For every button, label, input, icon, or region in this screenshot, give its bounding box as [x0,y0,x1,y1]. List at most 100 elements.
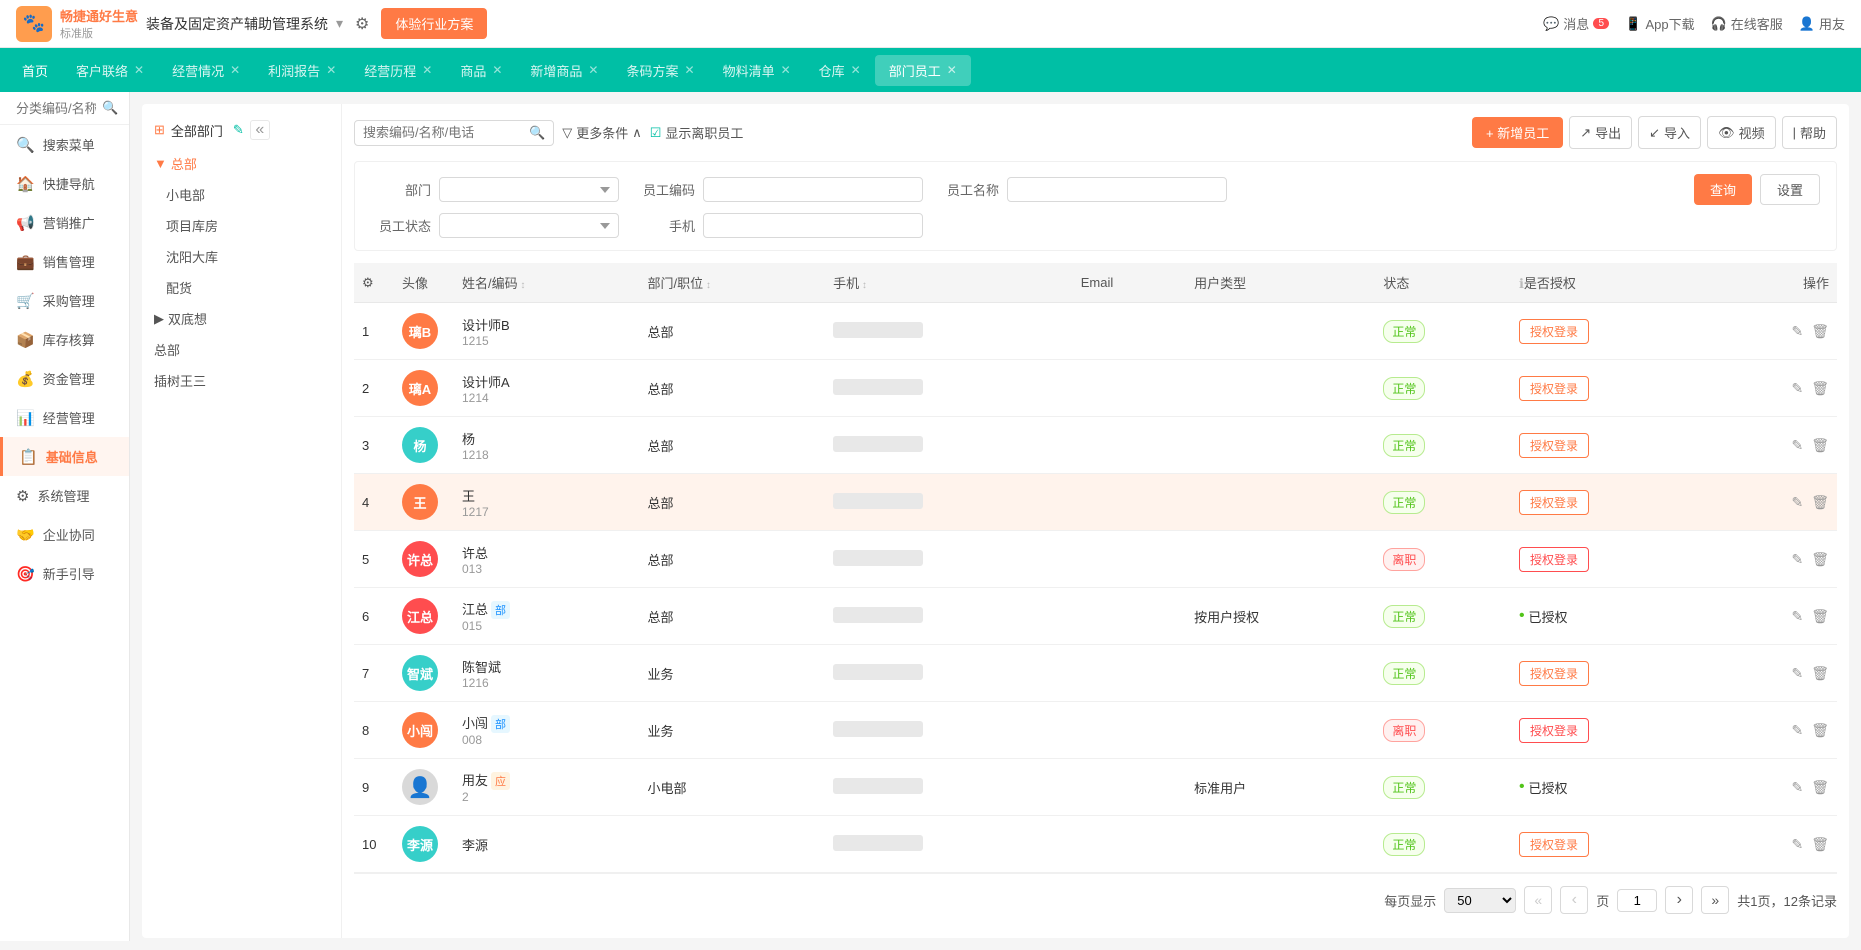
sidebar-search-icon[interactable]: 🔍 [102,100,118,116]
page-size-select[interactable]: 50 100 [1444,888,1516,913]
export-button[interactable]: ↗ 导出 [1569,116,1632,149]
sidebar-item-ops[interactable]: 📊 经营管理 [0,398,129,437]
view-button[interactable]: 👁 视频 [1707,116,1776,149]
tab-employees[interactable]: 部门员工 ✕ [875,55,971,86]
emp-code-filter-input[interactable] [703,177,923,202]
dept-tree-item-peihuo[interactable]: 配货 [142,272,341,303]
tab-customer-close[interactable]: ✕ [134,63,144,77]
dept-filter-select[interactable] [439,177,619,202]
sidebar-item-marketing[interactable]: 📢 营销推广 [0,203,129,242]
dept-edit-icon[interactable]: ✎ [233,122,244,138]
prev-page-btn[interactable] [1560,886,1588,914]
authorize-btn[interactable]: 授权登录 [1519,718,1589,743]
delete-icon[interactable]: 🗑 [1811,380,1829,397]
system-dropdown-icon[interactable]: ▾ [336,15,343,32]
authorize-btn[interactable]: 授权登录 [1519,490,1589,515]
authorize-btn[interactable]: 授权登录 [1519,433,1589,458]
trial-button[interactable]: 体验行业方案 [381,8,487,39]
tab-operations-close[interactable]: ✕ [230,63,240,77]
show-resigned-toggle[interactable]: ☑ 显示离职员工 [650,123,744,142]
emp-name-filter-input[interactable] [1007,177,1227,202]
dept-tree-item-zongbu[interactable]: 总部 [142,334,341,365]
tab-bom[interactable]: 物料清单 ✕ [709,55,805,86]
delete-icon[interactable]: 🗑 [1811,437,1829,454]
user-btn[interactable]: 👤 用友 [1799,14,1845,33]
th-dept[interactable]: 部门/职位 [640,263,826,303]
edit-icon[interactable]: ✎ [1791,380,1803,397]
authorize-btn[interactable]: 授权登录 [1519,661,1589,686]
edit-icon[interactable]: ✎ [1791,494,1803,511]
help-button[interactable]: | 帮助 [1782,116,1837,149]
tab-warehouse[interactable]: 仓库 ✕ [805,55,875,86]
dept-collapse-btn[interactable]: « [250,120,270,140]
edit-icon[interactable]: ✎ [1791,722,1803,739]
tab-employees-close[interactable]: ✕ [947,63,957,77]
delete-icon[interactable]: 🗑 [1811,722,1829,739]
th-settings[interactable]: ⚙ [354,263,394,303]
first-page-btn[interactable] [1524,886,1552,914]
edit-icon[interactable]: ✎ [1791,665,1803,682]
edit-icon[interactable]: ✎ [1791,437,1803,454]
tab-barcode-close[interactable]: ✕ [685,63,695,77]
import-button[interactable]: ↙ 导入 [1638,116,1701,149]
sidebar-item-system[interactable]: ⚙ 系统管理 [0,476,129,515]
edit-icon[interactable]: ✎ [1791,608,1803,625]
tab-goods-close[interactable]: ✕ [492,63,502,77]
delete-icon[interactable]: 🗑 [1811,551,1829,568]
message-btn[interactable]: 💬 消息 5 [1543,14,1609,33]
sidebar-item-collab[interactable]: 🤝 企业协同 [0,515,129,554]
app-download-btn[interactable]: 📱 App下载 [1625,14,1694,33]
tab-operations[interactable]: 经营情况 ✕ [158,55,254,86]
tab-barcode[interactable]: 条码方案 ✕ [612,55,708,86]
authorize-btn[interactable]: 授权登录 [1519,319,1589,344]
dept-tree-item-xiaodian[interactable]: 小电部 [142,179,341,210]
sidebar-search-input[interactable] [16,101,96,116]
edit-icon[interactable]: ✎ [1791,779,1803,796]
sidebar-item-search[interactable]: 🔍 搜索菜单 [0,125,129,164]
th-phone[interactable]: 手机 [825,263,1073,303]
reset-button[interactable]: 设置 [1760,174,1820,205]
delete-icon[interactable]: 🗑 [1811,665,1829,682]
add-employee-button[interactable]: + 新增员工 [1472,117,1563,148]
more-filter-btn[interactable]: ▽ 更多条件 ∧ [562,123,642,142]
delete-icon[interactable]: 🗑 [1811,494,1829,511]
sidebar-item-inventory[interactable]: 📦 库存核算 [0,320,129,359]
tab-add-goods[interactable]: 新增商品 ✕ [516,55,612,86]
tab-profit[interactable]: 利润报告 ✕ [254,55,350,86]
tab-home[interactable]: 首页 [8,55,62,86]
delete-icon[interactable]: 🗑 [1811,323,1829,340]
tab-history[interactable]: 经营历程 ✕ [350,55,446,86]
sidebar-item-finance[interactable]: 💰 资金管理 [0,359,129,398]
th-name[interactable]: 姓名/编码 [454,263,640,303]
tab-goods[interactable]: 商品 ✕ [446,55,516,86]
emp-status-filter-select[interactable] [439,213,619,238]
tab-customer[interactable]: 客户联络 ✕ [62,55,158,86]
sidebar-item-sales[interactable]: 💼 销售管理 [0,242,129,281]
tab-bom-close[interactable]: ✕ [781,63,791,77]
edit-icon[interactable]: ✎ [1791,836,1803,853]
page-input[interactable] [1617,889,1657,912]
dept-tree-item-chushu[interactable]: 插树王三 [142,365,341,396]
delete-icon[interactable]: 🗑 [1811,608,1829,625]
dept-tree-item-shuangdi[interactable]: ▶ 双底想 [142,303,341,334]
sidebar-item-basic[interactable]: 📋 基础信息 [0,437,129,476]
search-button[interactable]: 查询 [1694,174,1752,205]
search-icon[interactable]: 🔍 [529,125,545,141]
tab-history-close[interactable]: ✕ [422,63,432,77]
online-service-btn[interactable]: 🎧 在线客服 [1711,14,1783,33]
dept-tree-item-shenyang[interactable]: 沈阳大库 [142,241,341,272]
phone-filter-input[interactable] [703,213,923,238]
authorized-info-icon[interactable]: ℹ [1519,276,1524,291]
dept-tree-item-project[interactable]: 项目库房 [142,210,341,241]
edit-icon[interactable]: ✎ [1791,323,1803,340]
authorize-btn[interactable]: 授权登录 [1519,376,1589,401]
dept-tree-root[interactable]: ▼ 总部 [142,148,341,179]
sidebar-item-quicknav[interactable]: 🏠 快捷导航 [0,164,129,203]
authorize-btn[interactable]: 授权登录 [1519,547,1589,572]
search-input[interactable] [363,125,523,140]
last-page-btn[interactable] [1701,886,1729,914]
sidebar-item-guide[interactable]: 🎯 新手引导 [0,554,129,593]
delete-icon[interactable]: 🗑 [1811,836,1829,853]
next-page-btn[interactable] [1665,886,1693,914]
settings-gear-icon[interactable]: ⚙ [351,10,373,38]
